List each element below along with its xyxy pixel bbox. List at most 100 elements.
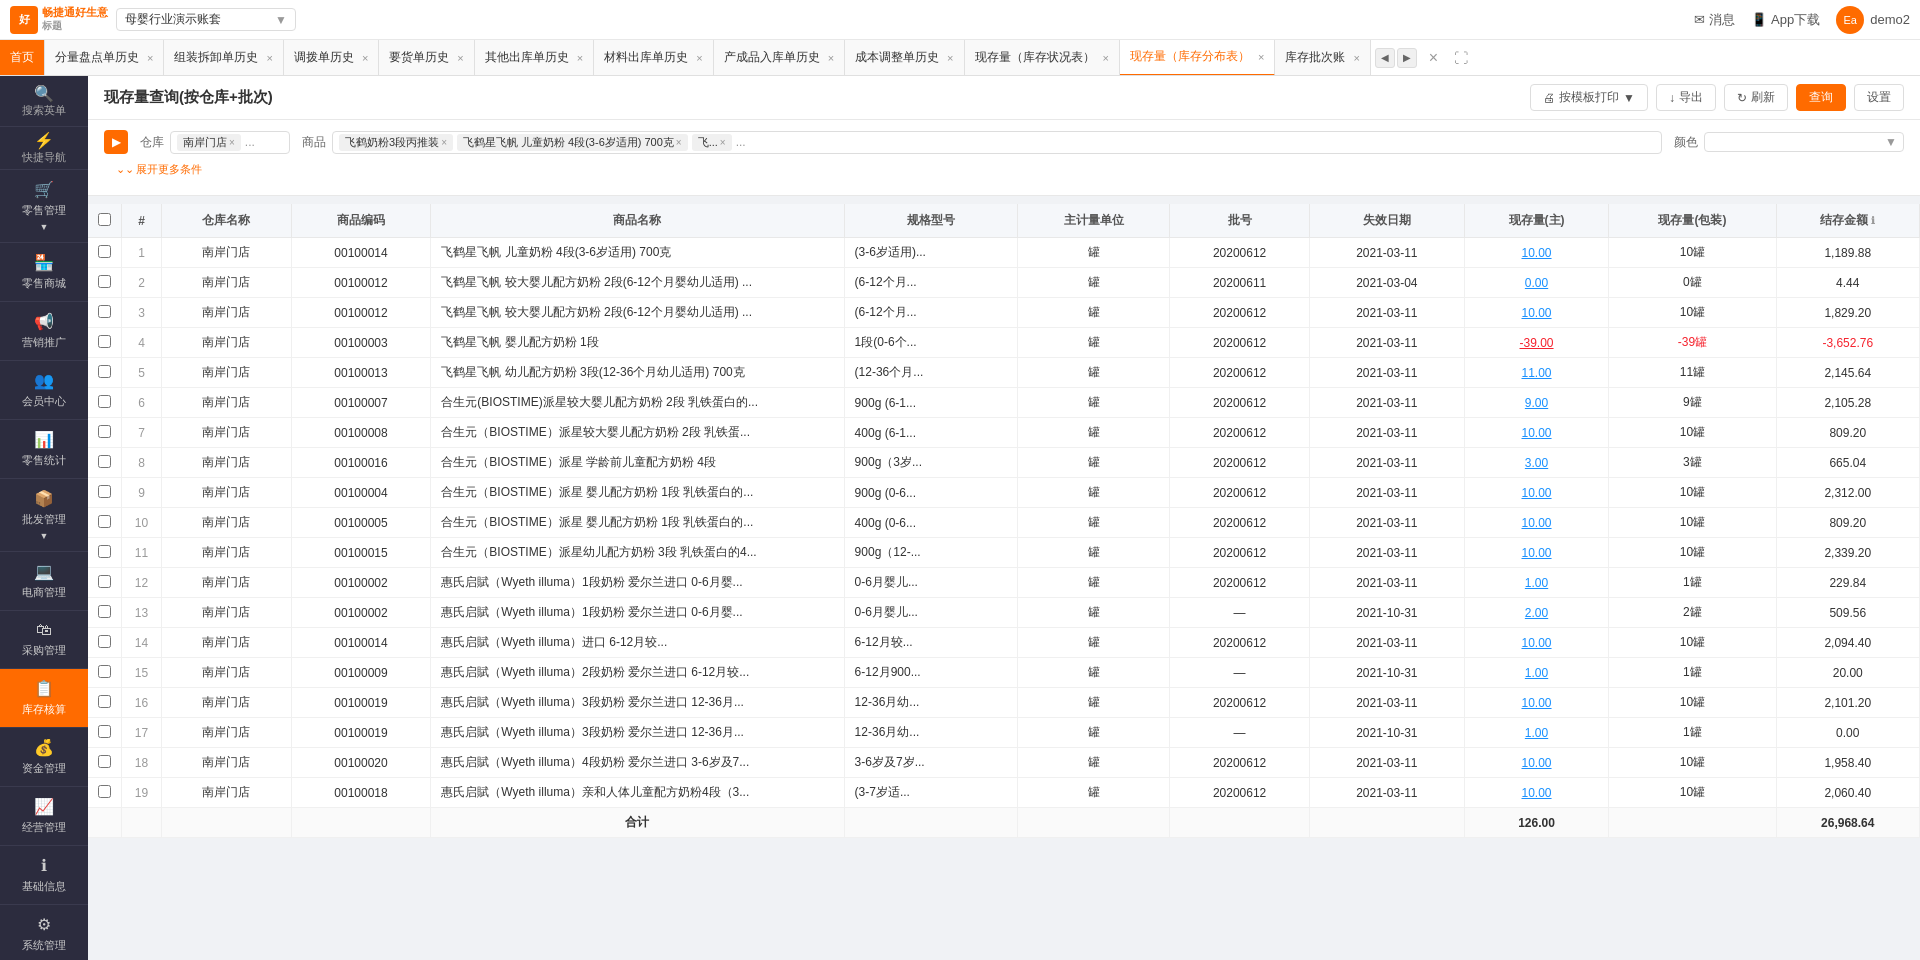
row-checkbox[interactable] <box>88 568 122 598</box>
row-qty-main[interactable]: 3.00 <box>1464 448 1609 478</box>
tab-9-close[interactable]: × <box>1103 52 1109 64</box>
product-more[interactable]: ... <box>736 135 746 149</box>
row-qty-main[interactable]: 10.00 <box>1464 628 1609 658</box>
tab-11[interactable]: 库存批次账 × <box>1275 40 1370 76</box>
tab-4-close[interactable]: × <box>457 52 463 64</box>
row-qty-main[interactable]: 10.00 <box>1464 478 1609 508</box>
sidebar-item-purchase[interactable]: 🛍 采购管理 <box>0 611 88 669</box>
row-checkbox[interactable] <box>88 628 122 658</box>
row-checkbox[interactable] <box>88 598 122 628</box>
tab-11-close[interactable]: × <box>1353 52 1359 64</box>
row-qty-main[interactable]: -39.00 <box>1464 328 1609 358</box>
row-checkbox[interactable] <box>88 238 122 268</box>
tab-8-close[interactable]: × <box>947 52 953 64</box>
sidebar-item-quicknav[interactable]: ⚡ 快捷导航 <box>0 127 88 170</box>
row-qty-main[interactable]: 10.00 <box>1464 778 1609 808</box>
filter-expand-toggle[interactable]: ▶ <box>104 130 128 154</box>
tab-9[interactable]: 现存量（库存状况表） × <box>965 40 1120 76</box>
row-qty-main[interactable]: 10.00 <box>1464 298 1609 328</box>
row-checkbox[interactable] <box>88 478 122 508</box>
amount-info-icon[interactable]: ℹ <box>1871 215 1875 226</box>
row-checkbox[interactable] <box>88 718 122 748</box>
row-checkbox[interactable] <box>88 448 122 478</box>
query-button[interactable]: 查询 <box>1796 84 1846 111</box>
tab-6[interactable]: 材料出库单历史 × <box>594 40 713 76</box>
tab-1-close[interactable]: × <box>147 52 153 64</box>
sidebar-item-marketing[interactable]: 📢 营销推广 <box>0 302 88 361</box>
tab-10-close[interactable]: × <box>1258 51 1264 63</box>
nav-prev-button[interactable]: ◀ <box>1375 48 1395 68</box>
row-checkbox[interactable] <box>88 778 122 808</box>
row-checkbox[interactable] <box>88 508 122 538</box>
tab-home[interactable]: 首页 <box>0 40 45 76</box>
tab-2-close[interactable]: × <box>266 52 272 64</box>
warehouse-more[interactable]: ... <box>245 135 255 149</box>
row-checkbox[interactable] <box>88 688 122 718</box>
row-qty-main[interactable]: 1.00 <box>1464 568 1609 598</box>
row-checkbox[interactable] <box>88 358 122 388</box>
product-tag-1-remove[interactable]: × <box>441 137 447 148</box>
row-checkbox[interactable] <box>88 418 122 448</box>
row-qty-main[interactable]: 10.00 <box>1464 538 1609 568</box>
warehouse-tag-remove[interactable]: × <box>229 137 235 148</box>
tab-4[interactable]: 要货单历史 × <box>379 40 474 76</box>
sidebar-item-stats[interactable]: 📊 零售统计 <box>0 420 88 479</box>
color-filter-input[interactable]: ▼ <box>1704 132 1904 152</box>
sidebar-item-operations[interactable]: 📈 经营管理 <box>0 787 88 846</box>
row-qty-main[interactable]: 1.00 <box>1464 658 1609 688</box>
product-tag-3-remove[interactable]: × <box>720 137 726 148</box>
tab-6-close[interactable]: × <box>696 52 702 64</box>
export-button[interactable]: ↓ 导出 <box>1656 84 1716 111</box>
sidebar-item-system[interactable]: ⚙ 系统管理 <box>0 905 88 960</box>
product-filter-input[interactable]: 飞鹤奶粉3段丙推装 × 飞鹤星飞帆 儿童奶粉 4段(3-6岁适用) 700克 ×… <box>332 131 1662 154</box>
row-qty-main[interactable]: 10.00 <box>1464 688 1609 718</box>
sidebar-item-wholesale[interactable]: 📦 批发管理 ▼ <box>0 479 88 552</box>
tab-7[interactable]: 产成品入库单历史 × <box>714 40 845 76</box>
row-qty-main[interactable]: 1.00 <box>1464 718 1609 748</box>
row-checkbox[interactable] <box>88 298 122 328</box>
print-button[interactable]: 🖨 按模板打印 ▼ <box>1530 84 1648 111</box>
row-qty-main[interactable]: 10.00 <box>1464 508 1609 538</box>
nav-close-all-button[interactable]: × <box>1421 49 1446 67</box>
warehouse-filter-input[interactable]: 南岸门店 × ... <box>170 131 290 154</box>
sidebar-item-basic[interactable]: ℹ 基础信息 <box>0 846 88 905</box>
expand-conditions-button[interactable]: ⌄⌄ 展开更多条件 <box>108 158 1900 181</box>
refresh-button[interactable]: ↻ 刷新 <box>1724 84 1788 111</box>
settings-button[interactable]: 设置 <box>1854 84 1904 111</box>
sidebar-item-ecommerce[interactable]: 💻 电商管理 <box>0 552 88 611</box>
tab-1[interactable]: 分量盘点单历史 × <box>45 40 164 76</box>
tab-5[interactable]: 其他出库单历史 × <box>475 40 594 76</box>
row-qty-main[interactable]: 10.00 <box>1464 238 1609 268</box>
row-qty-main[interactable]: 10.00 <box>1464 748 1609 778</box>
row-checkbox[interactable] <box>88 538 122 568</box>
row-qty-main[interactable]: 0.00 <box>1464 268 1609 298</box>
sidebar-item-search[interactable]: 🔍 搜索英单 <box>0 76 88 127</box>
row-qty-main[interactable]: 2.00 <box>1464 598 1609 628</box>
app-download-button[interactable]: 📱 App下载 <box>1751 11 1820 29</box>
tab-2[interactable]: 组装拆卸单历史 × <box>164 40 283 76</box>
row-checkbox[interactable] <box>88 268 122 298</box>
user-info[interactable]: Ea demo2 <box>1836 6 1910 34</box>
row-qty-main[interactable]: 10.00 <box>1464 418 1609 448</box>
message-button[interactable]: ✉ 消息 <box>1694 11 1735 29</box>
row-checkbox[interactable] <box>88 748 122 778</box>
nav-maximize-button[interactable]: ⛶ <box>1446 50 1476 66</box>
sidebar-item-member[interactable]: 👥 会员中心 <box>0 361 88 420</box>
product-tag-2-remove[interactable]: × <box>676 137 682 148</box>
row-checkbox[interactable] <box>88 658 122 688</box>
sidebar-item-mall[interactable]: 🏪 零售商城 <box>0 243 88 302</box>
select-all-checkbox[interactable] <box>98 213 111 226</box>
tab-5-close[interactable]: × <box>577 52 583 64</box>
nav-next-button[interactable]: ▶ <box>1397 48 1417 68</box>
store-selector[interactable]: 母婴行业演示账套 ▼ <box>116 8 296 31</box>
tab-3-close[interactable]: × <box>362 52 368 64</box>
sidebar-item-inventory[interactable]: 📋 库存核算 <box>0 669 88 728</box>
tab-7-close[interactable]: × <box>828 52 834 64</box>
row-qty-main[interactable]: 11.00 <box>1464 358 1609 388</box>
sidebar-item-finance[interactable]: 💰 资金管理 <box>0 728 88 787</box>
tab-3[interactable]: 调拨单历史 × <box>284 40 379 76</box>
tab-8[interactable]: 成本调整单历史 × <box>845 40 964 76</box>
tab-10[interactable]: 现存量（库存分布表） × <box>1120 40 1275 76</box>
row-checkbox[interactable] <box>88 328 122 358</box>
row-checkbox[interactable] <box>88 388 122 418</box>
